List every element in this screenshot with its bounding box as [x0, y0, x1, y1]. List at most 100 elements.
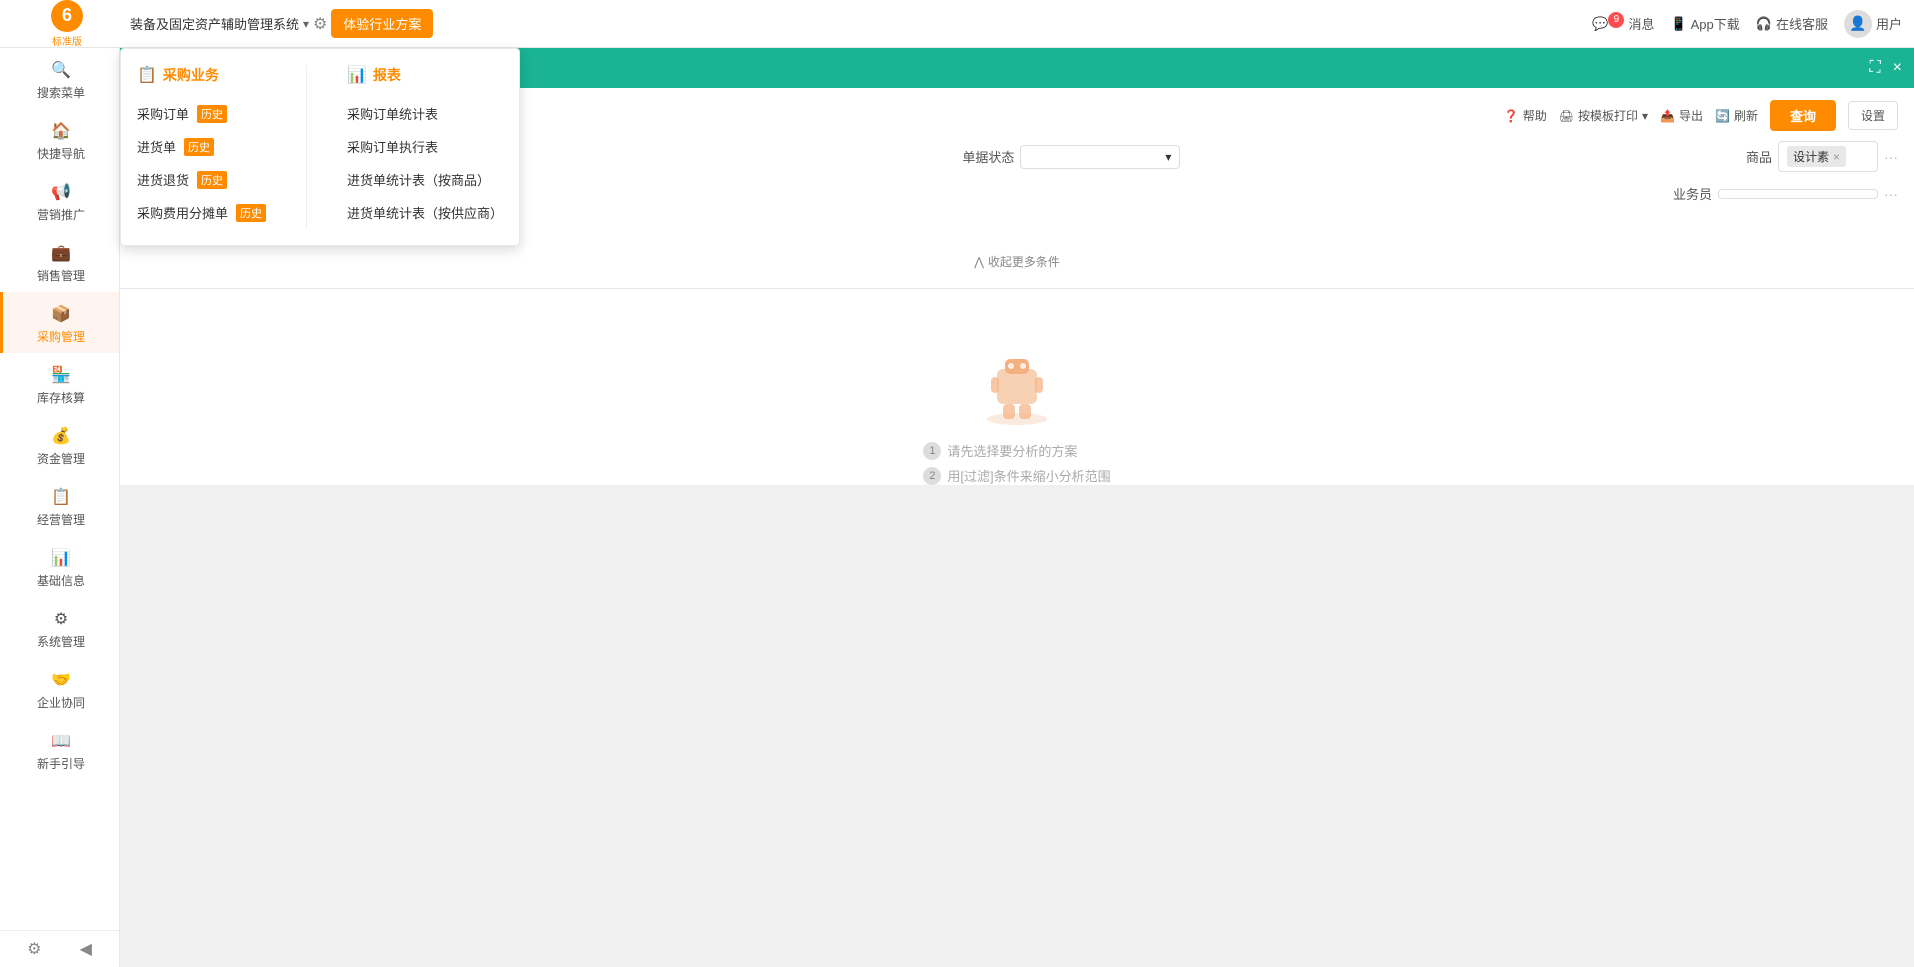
sidebar-item-system[interactable]: ⚙ 系统管理: [0, 597, 119, 658]
menu-item-inbound-return[interactable]: 进货退货 历史: [137, 163, 266, 196]
menu-item-inbound-badge: 历史: [184, 138, 214, 156]
menu-section-purchase: 📋 采购业务 采购订单 历史 进货单 历史 进货退货 历史 采购费用分摊单 历史: [137, 65, 266, 229]
topbar-right: 💬 9 消息 📱 App下载 🎧 在线客服 👤 用户: [1592, 10, 1902, 38]
empty-area: 1 请先选择要分析的方案 2 用[过滤]条件来缩小分析范围: [120, 289, 1914, 485]
query-btn[interactable]: 查询: [1770, 100, 1836, 131]
print-btn[interactable]: 🖨 按模板打印 ▾: [1559, 107, 1648, 124]
goods-dots[interactable]: ···: [1884, 149, 1898, 165]
sidebar-item-basic-info[interactable]: 📊 基础信息: [0, 536, 119, 597]
print-dropdown-icon: ▾: [1642, 109, 1648, 123]
headset-icon: 🎧: [1756, 16, 1772, 32]
sidebar-item-sales[interactable]: 💼 销售管理: [0, 231, 119, 292]
top-bar: 6 标准版 装备及固定资产辅助管理系统 ▾ ⚙ 体验行业方案 💬 9 消息 📱 …: [0, 0, 1914, 48]
sales-icon: 💼: [51, 243, 71, 263]
avatar: 👤: [1844, 10, 1872, 38]
sidebar-item-search[interactable]: 🔍 搜索菜单: [0, 48, 119, 109]
collapse-up-icon: ⋀: [974, 255, 984, 269]
purchase-section-icon: 📋: [137, 65, 157, 85]
sidebar-item-label: 资金管理: [37, 450, 85, 467]
empty-hint-1: 1 请先选择要分析的方案: [923, 441, 1110, 460]
tab-fullscreen-btn[interactable]: ⛶: [1865, 57, 1884, 79]
menu-item-purchase-order-label: 采购订单: [137, 104, 189, 123]
finance-icon: 💰: [51, 426, 71, 446]
menu-item-po-exec[interactable]: 采购订单执行表: [347, 130, 503, 163]
menu-item-purchase-expense[interactable]: 采购费用分摊单 历史: [137, 196, 266, 229]
sidebar-item-operations[interactable]: 📋 经营管理: [0, 475, 119, 536]
menu-item-po-stats[interactable]: 采购订单统计表: [347, 97, 503, 130]
menu-section-report-title: 📊 报表: [347, 65, 503, 89]
purchase-dropdown-menu: 📋 采购业务 采购订单 历史 进货单 历史 进货退货 历史 采购费用分摊单 历史…: [120, 48, 520, 246]
online-service-label: 在线客服: [1776, 14, 1828, 33]
inventory-icon: 🏪: [51, 365, 71, 385]
system-icon: ⚙: [54, 609, 68, 629]
help-icon: ❓: [1504, 109, 1519, 123]
empty-hints: 1 请先选择要分析的方案 2 用[过滤]条件来缩小分析范围: [923, 441, 1110, 485]
sidebar-item-enterprise[interactable]: 🤝 企业协同: [0, 658, 119, 719]
hint-num-1: 1: [923, 442, 941, 460]
industry-btn[interactable]: 体验行业方案: [331, 9, 433, 38]
message-action[interactable]: 💬 9 消息: [1592, 14, 1654, 33]
sidebar-collapse-btn[interactable]: ◀: [80, 939, 92, 959]
empty-hint-2: 2 用[过滤]条件来缩小分析范围: [923, 466, 1110, 485]
goods-input[interactable]: 设计素 ×: [1778, 141, 1878, 172]
menu-item-purchase-expense-label: 采购费用分摊单: [137, 203, 228, 222]
sidebar-item-marketing[interactable]: 📢 营销推广: [0, 170, 119, 231]
help-btn[interactable]: ❓ 帮助: [1504, 107, 1547, 124]
refresh-label: 刷新: [1734, 107, 1758, 124]
search-icon: 🔍: [51, 60, 71, 80]
settings-btn-filter[interactable]: 设置: [1848, 101, 1898, 130]
report-section-icon: 📊: [347, 65, 367, 85]
logo-area: 6 标准版: [12, 0, 122, 48]
message-label: 消息: [1628, 14, 1654, 33]
refresh-btn[interactable]: 🔄 刷新: [1715, 107, 1758, 124]
user-action[interactable]: 👤 用户: [1844, 10, 1902, 38]
title-dropdown-btn[interactable]: ▾: [303, 17, 309, 31]
sidebar-item-guide[interactable]: 📖 新手引导: [0, 719, 119, 780]
logo-subtitle: 标准版: [52, 33, 82, 48]
print-icon: 🖨: [1559, 109, 1574, 123]
goods-tag-close[interactable]: ×: [1833, 150, 1840, 164]
basic-info-icon: 📊: [51, 548, 71, 568]
salesperson-input[interactable]: [1718, 189, 1878, 199]
message-icon: 💬: [1592, 16, 1608, 32]
menu-item-inbound-stats-goods[interactable]: 进货单统计表（按商品）: [347, 163, 503, 196]
menu-item-purchase-order-badge: 历史: [197, 105, 227, 123]
menu-item-purchase-order[interactable]: 采购订单 历史: [137, 97, 266, 130]
menu-item-inbound-stats-supplier-label: 进货单统计表（按供应商）: [347, 203, 503, 222]
phone-icon: 📱: [1670, 16, 1686, 32]
sidebar-item-label: 新手引导: [37, 755, 85, 772]
menu-item-inbound-stats-supplier[interactable]: 进货单统计表（按供应商）: [347, 196, 503, 229]
goods-label: 商品: [1746, 147, 1772, 166]
menu-item-inbound[interactable]: 进货单 历史: [137, 130, 266, 163]
salesperson-dots[interactable]: ···: [1884, 186, 1898, 202]
sidebar-item-quick-nav[interactable]: 🏠 快捷导航: [0, 109, 119, 170]
logo-icon: 6: [51, 0, 83, 32]
sidebar-item-label: 采购管理: [37, 328, 85, 345]
voucher-status-label: 单据状态: [962, 147, 1014, 166]
collapse-btn[interactable]: ⋀ 收起更多条件: [136, 247, 1898, 276]
sidebar-bottom: ⚙ ◀: [0, 930, 119, 967]
sidebar-item-label: 搜索菜单: [37, 84, 85, 101]
sidebar-settings-btn[interactable]: ⚙: [27, 939, 41, 959]
menu-item-inbound-return-label: 进货退货: [137, 170, 189, 189]
sidebar-item-finance[interactable]: 💰 资金管理: [0, 414, 119, 475]
guide-icon: 📖: [51, 731, 71, 751]
voucher-status-select[interactable]: ▾: [1020, 145, 1180, 169]
menu-item-inbound-stats-goods-label: 进货单统计表（按商品）: [347, 170, 490, 189]
sidebar-item-purchase[interactable]: 📦 采购管理: [0, 292, 119, 353]
app-download-action[interactable]: 📱 App下载: [1670, 14, 1739, 33]
sidebar-item-label: 快捷导航: [37, 145, 85, 162]
sidebar-item-label: 库存核算: [37, 389, 85, 406]
goods-tag: 设计素 ×: [1787, 146, 1846, 167]
hint-num-2: 2: [923, 467, 941, 485]
export-btn[interactable]: 📤 导出: [1660, 107, 1703, 124]
topbar-settings-btn[interactable]: ⚙: [313, 14, 327, 34]
sidebar-item-inventory[interactable]: 🏪 库存核算: [0, 353, 119, 414]
menu-section-report: 📊 报表 采购订单统计表 采购订单执行表 进货单统计表（按商品） 进货单统计表（…: [347, 65, 503, 229]
menu-item-inbound-label: 进货单: [137, 137, 176, 156]
tab-window-close-btn[interactable]: ×: [1889, 57, 1906, 79]
filter-goods: 商品 设计素 × ···: [1746, 141, 1898, 172]
user-label: 用户: [1876, 14, 1902, 33]
online-service-action[interactable]: 🎧 在线客服: [1756, 14, 1828, 33]
app-download-label: App下载: [1691, 14, 1740, 33]
